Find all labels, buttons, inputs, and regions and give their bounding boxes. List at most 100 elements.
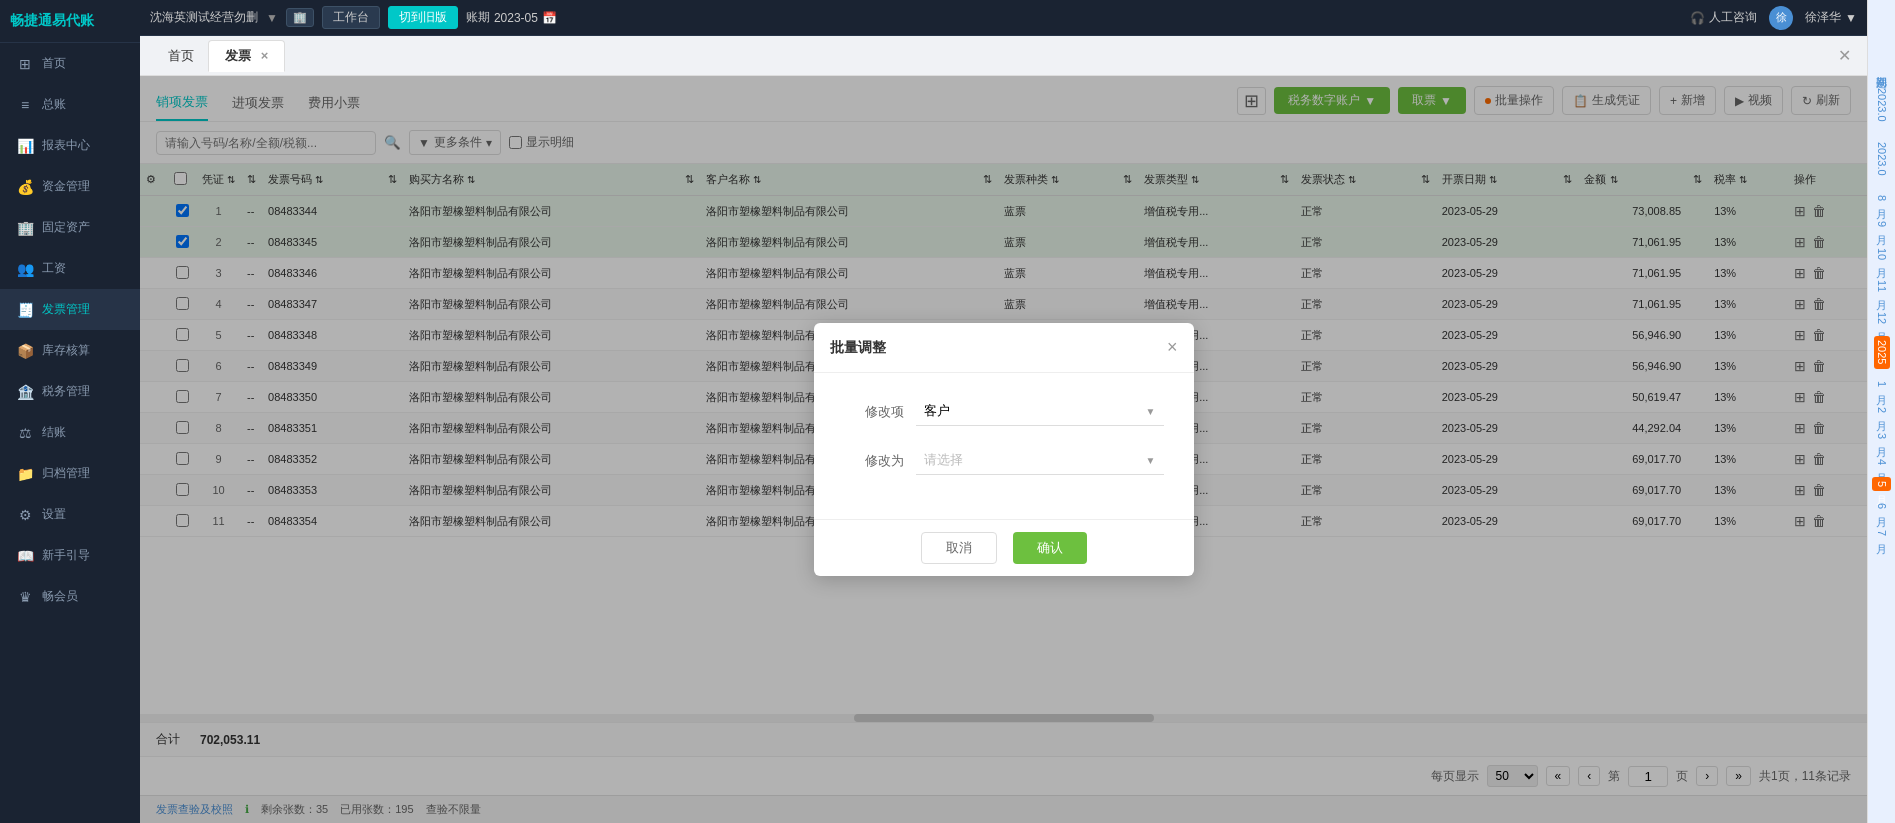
right-panel-2023b[interactable]: 2023.0 xyxy=(1872,134,1892,184)
invoices-icon: 🧾 xyxy=(16,302,34,318)
tabbar: 首页 发票 × ✕ xyxy=(140,36,1867,76)
sidebar-item-reports[interactable]: 📊 报表中心 xyxy=(0,125,140,166)
right-panel-may[interactable]: 5月 xyxy=(1872,477,1891,491)
sidebar-assets-label: 固定资产 xyxy=(42,219,90,236)
modal-title: 批量调整 xyxy=(830,339,886,357)
period-display: 账期 2023-05 📅 xyxy=(466,9,557,26)
change-chevron-icon: ▼ xyxy=(1146,455,1156,466)
right-panel-period[interactable]: 期间选 xyxy=(1870,60,1893,76)
sidebar-tax-label: 税务管理 xyxy=(42,383,90,400)
right-panel-dec[interactable]: 12月 xyxy=(1870,304,1893,332)
sidebar-item-invoices[interactable]: 🧾 发票管理 xyxy=(0,289,140,330)
sidebar-item-assets[interactable]: 🏢 固定资产 xyxy=(0,207,140,248)
sidebar-funds-label: 资金管理 xyxy=(42,178,90,195)
right-panel-apr[interactable]: 4月 xyxy=(1870,451,1893,473)
field-value: 客户 xyxy=(924,402,950,420)
sidebar-item-home[interactable]: ⊞ 首页 xyxy=(0,43,140,84)
member-icon: ♛ xyxy=(16,589,34,605)
right-panel-sep[interactable]: 9月 xyxy=(1870,213,1893,235)
close-window-icon[interactable]: ✕ xyxy=(1838,46,1851,65)
sidebar-member-label: 畅会员 xyxy=(42,588,78,605)
switch-old-button[interactable]: 切到旧版 xyxy=(388,6,458,29)
calendar-icon[interactable]: 📅 xyxy=(542,11,557,25)
right-panel-oct[interactable]: 10月 xyxy=(1870,240,1893,268)
user-name: 徐泽华 xyxy=(1805,9,1841,26)
headset-icon: 🎧 xyxy=(1690,11,1705,25)
sidebar-item-inventory[interactable]: 📦 库存核算 xyxy=(0,330,140,371)
support-btn[interactable]: 🎧 人工咨询 xyxy=(1690,9,1757,26)
modal-header: 批量调整 × xyxy=(814,323,1194,373)
app-logo: 畅捷通易代账 xyxy=(0,0,140,43)
support-label: 人工咨询 xyxy=(1709,9,1757,26)
content-area: 销项发票 进项发票 费用小票 ⊞ 税务数字账户 ▼ 取票 ▼ 批量操作 xyxy=(140,76,1867,823)
sidebar-item-closing[interactable]: ⚖ 结账 xyxy=(0,412,140,453)
sidebar-guide-label: 新手引导 xyxy=(42,547,90,564)
modal-cancel-button[interactable]: 取消 xyxy=(921,532,997,564)
right-panel-jun[interactable]: 6月 xyxy=(1870,495,1893,517)
sidebar-item-settings[interactable]: ⚙ 设置 xyxy=(0,494,140,535)
workbench-button[interactable]: 工作台 xyxy=(322,6,380,29)
reports-icon: 📊 xyxy=(16,138,34,154)
user-name-display[interactable]: 徐泽华 ▼ xyxy=(1805,9,1857,26)
tab-invoice-label: 发票 xyxy=(225,48,251,63)
sidebar-item-ledger[interactable]: ≡ 总账 xyxy=(0,84,140,125)
closing-icon: ⚖ xyxy=(16,425,34,441)
inventory-icon: 📦 xyxy=(16,343,34,359)
topbar: 沈海英测试经营勿删 ▼ 🏢 工作台 切到旧版 账期 2023-05 📅 🎧 人工… xyxy=(140,0,1867,36)
right-panel-nov[interactable]: 11月 xyxy=(1870,272,1893,300)
sidebar-item-funds[interactable]: 💰 资金管理 xyxy=(0,166,140,207)
right-panel-feb[interactable]: 2月 xyxy=(1870,399,1893,421)
payroll-icon: 👥 xyxy=(16,261,34,277)
sidebar-closing-label: 结账 xyxy=(42,424,66,441)
modal-body: 修改项 客户 ▼ 修改为 请选择 ▼ xyxy=(814,373,1194,519)
tab-invoice[interactable]: 发票 × xyxy=(208,40,285,72)
guide-icon: 📖 xyxy=(16,548,34,564)
period-label: 账期 xyxy=(466,9,490,26)
sidebar-item-archive[interactable]: 📁 归档管理 xyxy=(0,453,140,494)
funds-icon: 💰 xyxy=(16,179,34,195)
form-row-field: 修改项 客户 ▼ xyxy=(844,397,1164,426)
ledger-icon: ≡ xyxy=(16,97,34,113)
right-panel-aug[interactable]: 8月 xyxy=(1870,187,1893,209)
field-chevron-icon: ▼ xyxy=(1146,406,1156,417)
tab-home[interactable]: 首页 xyxy=(156,41,206,71)
modal-close-button[interactable]: × xyxy=(1167,337,1178,358)
sidebar-settings-label: 设置 xyxy=(42,506,66,523)
right-panel-2025[interactable]: 2025 xyxy=(1874,336,1890,368)
main-content: 沈海英测试经营勿删 ▼ 🏢 工作台 切到旧版 账期 2023-05 📅 🎧 人工… xyxy=(140,0,1867,823)
modal-overlay: 批量调整 × 修改项 客户 ▼ 修改为 xyxy=(140,76,1867,823)
right-panel-mar[interactable]: 3月 xyxy=(1870,425,1893,447)
user-avatar: 徐 xyxy=(1769,6,1793,30)
settings-icon: ⚙ xyxy=(16,507,34,523)
assets-icon: 🏢 xyxy=(16,220,34,236)
period-value: 2023-05 xyxy=(494,11,538,25)
change-label: 修改为 xyxy=(844,452,904,470)
right-panel-jul[interactable]: 7月 xyxy=(1870,522,1893,544)
sidebar-inventory-label: 库存核算 xyxy=(42,342,90,359)
topbar-right: 🎧 人工咨询 徐 徐泽华 ▼ xyxy=(1690,6,1857,30)
modal-confirm-button[interactable]: 确认 xyxy=(1013,532,1087,564)
field-select[interactable]: 客户 ▼ xyxy=(916,397,1164,426)
change-placeholder: 请选择 xyxy=(924,451,963,469)
sidebar-invoices-label: 发票管理 xyxy=(42,301,90,318)
sidebar-ledger-label: 总账 xyxy=(42,96,66,113)
change-select[interactable]: 请选择 ▼ xyxy=(916,446,1164,475)
right-panel: 期间选 2023.0 2023.0 8月 9月 10月 11月 12月 2025… xyxy=(1867,0,1895,823)
sidebar-item-tax[interactable]: 🏦 税务管理 xyxy=(0,371,140,412)
sidebar-archive-label: 归档管理 xyxy=(42,465,90,482)
sidebar-item-guide[interactable]: 📖 新手引导 xyxy=(0,535,140,576)
sidebar-item-member[interactable]: ♛ 畅会员 xyxy=(0,576,140,617)
user-chevron-icon: ▼ xyxy=(1845,11,1857,25)
sidebar-item-payroll[interactable]: 👥 工资 xyxy=(0,248,140,289)
sidebar-payroll-label: 工资 xyxy=(42,260,66,277)
sidebar: 畅捷通易代账 ⊞ 首页 ≡ 总账 📊 报表中心 💰 资金管理 🏢 固定资产 👥 … xyxy=(0,0,140,823)
tab-close-icon[interactable]: × xyxy=(261,48,269,63)
field-label: 修改项 xyxy=(844,403,904,421)
batch-adjust-modal: 批量调整 × 修改项 客户 ▼ 修改为 xyxy=(814,323,1194,576)
right-panel-jan[interactable]: 1月 xyxy=(1870,373,1893,395)
sidebar-home-label: 首页 xyxy=(42,55,66,72)
right-panel-2023a[interactable]: 2023.0 xyxy=(1872,80,1892,130)
tax-icon: 🏦 xyxy=(16,384,34,400)
company-icon-btn[interactable]: 🏢 xyxy=(286,8,314,27)
modal-footer: 取消 确认 xyxy=(814,519,1194,576)
